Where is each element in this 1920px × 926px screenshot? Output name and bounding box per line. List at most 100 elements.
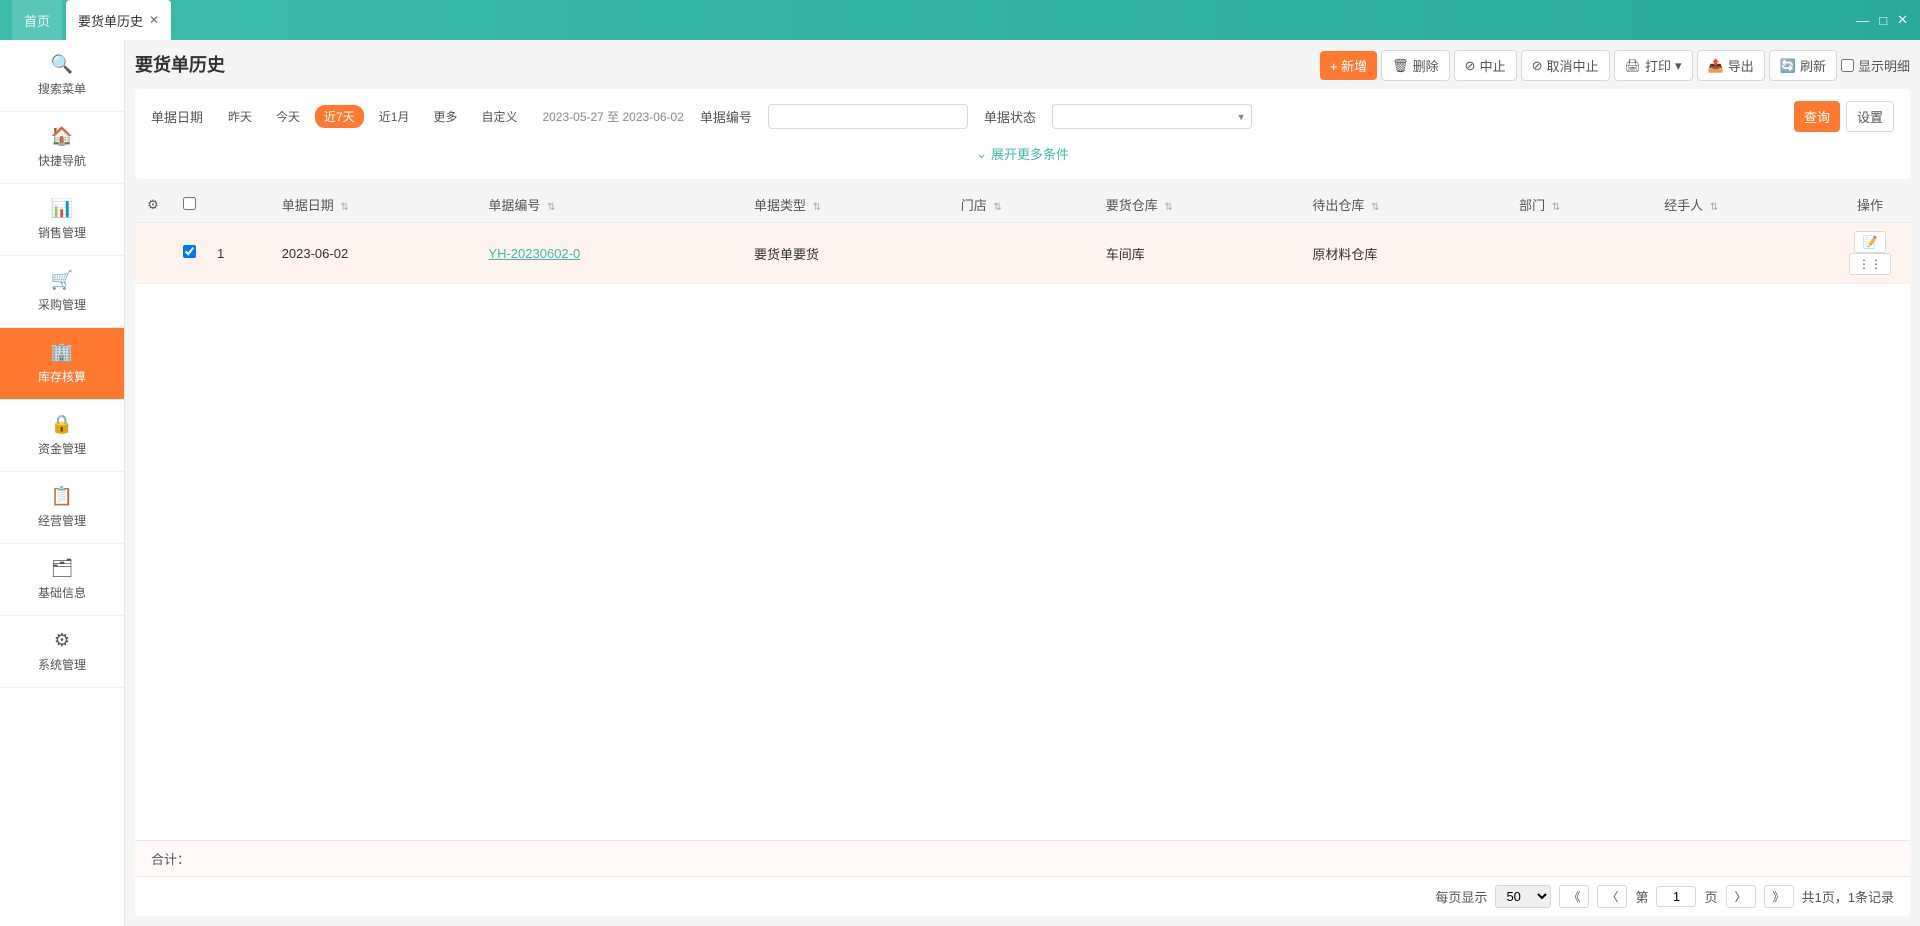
sidebar-label-purchase: 采购管理 bbox=[38, 296, 86, 313]
sidebar-item-inventory[interactable]: 🏢 库存核算 bbox=[0, 328, 124, 400]
close-btn[interactable]: ✕ bbox=[1897, 12, 1908, 28]
bill-no-label: 单据编号 bbox=[700, 107, 752, 126]
date-range-display: 2023-05-27 至 2023-06-02 bbox=[542, 108, 683, 125]
col-billtype[interactable]: 单据类型 ⇅ bbox=[744, 187, 951, 223]
table-area: ⚙ 单据日期 ⇅ 单据编号 bbox=[135, 187, 1910, 916]
col-settings-icon: ⚙ bbox=[147, 197, 159, 212]
sysmanage-icon: ⚙ bbox=[54, 630, 70, 651]
col-store[interactable]: 门店 ⇅ bbox=[951, 187, 1096, 223]
sidebar-item-sysmanage[interactable]: ⚙ 系统管理 bbox=[0, 616, 124, 688]
sales-icon: 📊 bbox=[51, 198, 73, 219]
sidebar: 🔍 搜索菜单 🏠 快捷导航 📊 销售管理 🛒 采购管理 🏢 库存核算 🔒 资金管… bbox=[0, 40, 125, 926]
row-checkbox[interactable] bbox=[183, 245, 196, 258]
settings-button[interactable]: 设置 bbox=[1846, 101, 1894, 132]
bill-no-input[interactable] bbox=[768, 104, 968, 129]
col-billno[interactable]: 单据编号 ⇅ bbox=[478, 187, 744, 223]
sidebar-item-sales[interactable]: 📊 销售管理 bbox=[0, 184, 124, 256]
add-button[interactable]: + 新增 bbox=[1320, 51, 1377, 80]
sidebar-item-quicknav[interactable]: 🏠 快捷导航 bbox=[0, 112, 124, 184]
expand-icon: ⌄ bbox=[976, 146, 987, 162]
date-btn-1month[interactable]: 近1月 bbox=[370, 105, 419, 128]
date-btn-7days[interactable]: 近7天 bbox=[315, 105, 364, 128]
sidebar-item-finance[interactable]: 🔒 资金管理 bbox=[0, 400, 124, 472]
refresh-button[interactable]: 🔄 刷新 bbox=[1769, 50, 1837, 81]
sidebar-label-basicinfo: 基础信息 bbox=[38, 584, 86, 601]
search-icon: 🔍 bbox=[51, 54, 73, 75]
sort-store-icon: ⇅ bbox=[993, 202, 1001, 213]
sidebar-label-sales: 销售管理 bbox=[38, 224, 86, 241]
select-all-checkbox[interactable] bbox=[183, 197, 196, 210]
col-date[interactable]: 单据日期 ⇅ bbox=[272, 187, 479, 223]
sort-billtype-icon: ⇅ bbox=[813, 202, 821, 213]
page-unit: 页 bbox=[1704, 887, 1717, 906]
page-size-label: 每页显示 bbox=[1435, 887, 1487, 906]
status-select[interactable] bbox=[1052, 104, 1252, 129]
date-btn-yesterday[interactable]: 昨天 bbox=[219, 105, 261, 128]
row-billtype-cell: 要货单要货 bbox=[744, 223, 951, 284]
summary-row: 合计： bbox=[135, 840, 1910, 876]
filter-panel: 单据日期 昨天 今天 近7天 近1月 更多 自定义 2023-05-27 至 2… bbox=[135, 89, 1910, 179]
sort-pendingwarehouse-icon: ⇅ bbox=[1371, 202, 1379, 213]
row-billno-cell[interactable]: YH-20230602-0 bbox=[478, 223, 744, 284]
cancel-stop-button[interactable]: ⊘ 取消中止 bbox=[1521, 50, 1610, 81]
close-tab-icon[interactable]: ✕ bbox=[149, 13, 159, 27]
date-btn-custom[interactable]: 自定义 bbox=[472, 105, 526, 128]
row-settings-cell bbox=[135, 223, 171, 284]
row-handler-cell bbox=[1654, 223, 1830, 284]
sidebar-item-search[interactable]: 🔍 搜索菜单 bbox=[0, 40, 124, 112]
display-detail-checkbox[interactable] bbox=[1841, 59, 1854, 72]
sidebar-label-finance: 资金管理 bbox=[38, 440, 86, 457]
page-input-label: 第 bbox=[1635, 887, 1648, 906]
window-controls: — □ ✕ bbox=[1856, 12, 1908, 28]
display-detail-toggle[interactable]: 显示明细 bbox=[1841, 56, 1910, 75]
filter-row-1: 单据日期 昨天 今天 近7天 近1月 更多 自定义 2023-05-27 至 2… bbox=[151, 101, 1894, 132]
row-edit-btn[interactable]: 📝 bbox=[1854, 231, 1887, 253]
table-scroll[interactable]: ⚙ 单据日期 ⇅ 单据编号 bbox=[135, 187, 1910, 840]
row-checkbox-cell[interactable] bbox=[171, 223, 207, 284]
sidebar-label-operations: 经营管理 bbox=[38, 512, 86, 529]
query-button[interactable]: 查询 bbox=[1794, 101, 1840, 132]
tab-home[interactable]: 首页 bbox=[12, 0, 62, 40]
minimize-btn[interactable]: — bbox=[1856, 13, 1869, 28]
col-action: 操作 bbox=[1830, 187, 1910, 223]
row-more-btn[interactable]: ⋮⋮ bbox=[1849, 253, 1891, 275]
stop-icon: ⊘ bbox=[1465, 58, 1476, 74]
operations-icon: 📋 bbox=[51, 486, 73, 507]
data-table: ⚙ 单据日期 ⇅ 单据编号 bbox=[135, 187, 1910, 284]
col-reqwarehouse[interactable]: 要货仓库 ⇅ bbox=[1096, 187, 1303, 223]
prev-page-btn[interactable]: 〈 bbox=[1597, 885, 1627, 908]
sidebar-item-purchase[interactable]: 🛒 采购管理 bbox=[0, 256, 124, 328]
last-page-btn[interactable]: 》 bbox=[1764, 885, 1794, 908]
print-dropdown-icon: ▾ bbox=[1675, 58, 1682, 74]
maximize-btn[interactable]: □ bbox=[1879, 13, 1887, 28]
page-number-input[interactable] bbox=[1656, 886, 1696, 907]
col-pendingwarehouse[interactable]: 待出仓库 ⇅ bbox=[1302, 187, 1509, 223]
date-label: 单据日期 bbox=[151, 107, 203, 126]
table-row[interactable]: 1 2023-06-02 YH-20230602-0 要货单要货 车间库 原材料… bbox=[135, 223, 1910, 284]
page-title: 要货单历史 bbox=[135, 51, 225, 77]
row-action-cell: 📝 ⋮⋮ bbox=[1830, 223, 1910, 284]
stop-button[interactable]: ⊘ 中止 bbox=[1454, 50, 1517, 81]
delete-button[interactable]: 🗑 删除 bbox=[1381, 50, 1450, 81]
date-btn-more[interactable]: 更多 bbox=[424, 105, 466, 128]
expand-more-btn[interactable]: ⌄ 展开更多条件 bbox=[151, 140, 1894, 167]
export-button[interactable]: 📤 导出 bbox=[1697, 50, 1765, 81]
col-settings[interactable]: ⚙ bbox=[135, 187, 171, 223]
col-department[interactable]: 部门 ⇅ bbox=[1509, 187, 1654, 223]
col-handler[interactable]: 经手人 ⇅ bbox=[1654, 187, 1830, 223]
col-checkbox[interactable] bbox=[171, 187, 207, 223]
status-select-wrapper bbox=[1052, 104, 1252, 129]
tab-history[interactable]: 要货单历史 ✕ bbox=[66, 0, 171, 40]
sidebar-label-quicknav: 快捷导航 bbox=[38, 152, 86, 169]
content-area: 要货单历史 + 新增 🗑 删除 ⊘ 中止 ⊘ 取消中止 🖨 打印 bbox=[125, 40, 1920, 926]
next-page-btn[interactable]: 〉 bbox=[1726, 885, 1756, 908]
page-size-select[interactable]: 50 20 100 bbox=[1495, 885, 1551, 908]
sort-reqwarehouse-icon: ⇅ bbox=[1164, 202, 1172, 213]
sort-handler-icon: ⇅ bbox=[1710, 202, 1718, 213]
row-store-cell bbox=[951, 223, 1096, 284]
print-button[interactable]: 🖨 打印 ▾ bbox=[1614, 50, 1693, 81]
sidebar-item-basicinfo[interactable]: 🗂 基础信息 bbox=[0, 544, 124, 616]
date-btn-today[interactable]: 今天 bbox=[267, 105, 309, 128]
first-page-btn[interactable]: 《 bbox=[1559, 885, 1589, 908]
sidebar-item-operations[interactable]: 📋 经营管理 bbox=[0, 472, 124, 544]
